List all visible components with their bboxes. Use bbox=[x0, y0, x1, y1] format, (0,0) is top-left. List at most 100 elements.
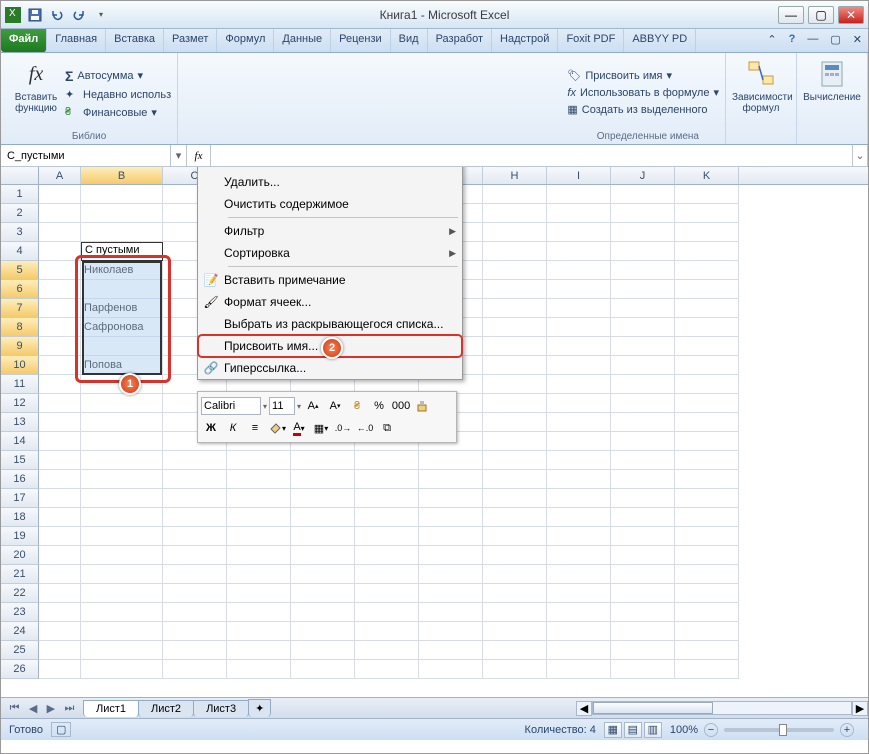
cell[interactable] bbox=[291, 508, 355, 527]
cell[interactable] bbox=[39, 375, 81, 394]
cell[interactable] bbox=[355, 546, 419, 565]
menu-format-cells[interactable]: 🖌Формат ячеек... bbox=[198, 291, 462, 313]
cell[interactable] bbox=[291, 489, 355, 508]
row-header[interactable]: 18 bbox=[1, 508, 39, 527]
cell[interactable] bbox=[355, 584, 419, 603]
cell[interactable] bbox=[81, 603, 163, 622]
cell[interactable] bbox=[291, 527, 355, 546]
cell[interactable] bbox=[675, 413, 739, 432]
cell[interactable] bbox=[419, 546, 483, 565]
cell[interactable] bbox=[675, 280, 739, 299]
cell[interactable] bbox=[39, 242, 81, 261]
cell[interactable] bbox=[483, 470, 547, 489]
cell[interactable] bbox=[291, 603, 355, 622]
cell[interactable] bbox=[611, 527, 675, 546]
cell[interactable] bbox=[675, 470, 739, 489]
cell[interactable] bbox=[39, 432, 81, 451]
cell[interactable] bbox=[483, 242, 547, 261]
financial-button[interactable]: ₴Финансовые ▾ bbox=[65, 105, 171, 121]
row-header[interactable]: 10 bbox=[1, 356, 39, 375]
sheet-last-icon[interactable]: ⏭ bbox=[64, 702, 74, 715]
cell[interactable] bbox=[483, 394, 547, 413]
ribbon-minimize-icon[interactable]: ⌃ bbox=[761, 29, 782, 52]
cell[interactable] bbox=[39, 565, 81, 584]
tab-layout[interactable]: Размет bbox=[164, 29, 217, 52]
row-header[interactable]: 3 bbox=[1, 223, 39, 242]
cell[interactable] bbox=[81, 337, 163, 356]
workbook-restore-icon[interactable]: ▢ bbox=[824, 29, 846, 52]
cell[interactable] bbox=[81, 622, 163, 641]
cell[interactable] bbox=[483, 603, 547, 622]
cell[interactable] bbox=[483, 356, 547, 375]
cell[interactable] bbox=[675, 299, 739, 318]
cell[interactable] bbox=[355, 565, 419, 584]
cell[interactable] bbox=[163, 508, 227, 527]
cell[interactable] bbox=[611, 413, 675, 432]
cell[interactable] bbox=[611, 356, 675, 375]
cell[interactable] bbox=[39, 204, 81, 223]
cell[interactable] bbox=[611, 622, 675, 641]
menu-pick-from-list[interactable]: Выбрать из раскрывающегося списка... bbox=[198, 313, 462, 335]
cell[interactable] bbox=[291, 641, 355, 660]
cell[interactable] bbox=[675, 204, 739, 223]
cell[interactable] bbox=[39, 527, 81, 546]
cell[interactable] bbox=[611, 318, 675, 337]
cell[interactable] bbox=[547, 318, 611, 337]
cell[interactable] bbox=[483, 451, 547, 470]
mini-font-input[interactable] bbox=[201, 397, 261, 415]
select-all-corner[interactable] bbox=[1, 167, 39, 184]
assign-name-button[interactable]: 🏷Присвоить имя ▾ bbox=[567, 68, 719, 83]
tab-developer[interactable]: Разработ bbox=[428, 29, 492, 52]
cell[interactable] bbox=[81, 489, 163, 508]
cell[interactable] bbox=[483, 337, 547, 356]
row-header[interactable]: 23 bbox=[1, 603, 39, 622]
cell[interactable] bbox=[419, 641, 483, 660]
cell[interactable] bbox=[611, 641, 675, 660]
menu-hyperlink[interactable]: 🔗Гиперссылка... bbox=[198, 357, 462, 379]
col-A[interactable]: A bbox=[39, 167, 81, 184]
row-header[interactable]: 25 bbox=[1, 641, 39, 660]
cell[interactable] bbox=[483, 261, 547, 280]
italic-icon[interactable]: К bbox=[223, 418, 243, 438]
cell[interactable] bbox=[547, 185, 611, 204]
format-painter-icon[interactable] bbox=[413, 396, 433, 416]
row-header[interactable]: 21 bbox=[1, 565, 39, 584]
row-header[interactable]: 20 bbox=[1, 546, 39, 565]
cell[interactable] bbox=[291, 660, 355, 679]
redo-icon[interactable] bbox=[69, 5, 89, 25]
cell[interactable] bbox=[81, 432, 163, 451]
mini-size-input[interactable] bbox=[269, 397, 295, 415]
cell[interactable] bbox=[675, 603, 739, 622]
sheet-tab-2[interactable]: Лист2 bbox=[138, 700, 194, 717]
grow-font-icon[interactable]: A▴ bbox=[303, 396, 323, 416]
cell[interactable] bbox=[419, 527, 483, 546]
cell[interactable] bbox=[675, 565, 739, 584]
zoom-slider[interactable] bbox=[724, 728, 834, 732]
menu-filter[interactable]: Фильтр▶ bbox=[198, 220, 462, 242]
view-layout-icon[interactable]: ▤ bbox=[624, 722, 642, 738]
name-box-dropdown-icon[interactable]: ▾ bbox=[171, 145, 187, 166]
row-header[interactable]: 26 bbox=[1, 660, 39, 679]
cell[interactable] bbox=[419, 565, 483, 584]
cell[interactable] bbox=[81, 394, 163, 413]
cell[interactable] bbox=[611, 375, 675, 394]
cell[interactable] bbox=[81, 451, 163, 470]
formula-bar[interactable] bbox=[211, 145, 852, 166]
percent-icon[interactable]: % bbox=[369, 396, 389, 416]
cell[interactable] bbox=[675, 584, 739, 603]
use-in-formula-button[interactable]: fxИспользовать в формуле ▾ bbox=[567, 85, 719, 100]
cell[interactable] bbox=[675, 432, 739, 451]
name-box-input[interactable] bbox=[7, 150, 164, 162]
cell[interactable] bbox=[547, 223, 611, 242]
tab-formulas[interactable]: Формул bbox=[217, 29, 274, 52]
borders-icon[interactable]: ▦▾ bbox=[311, 418, 331, 438]
cell[interactable]: Попова bbox=[81, 356, 163, 375]
tab-abbyy[interactable]: ABBYY PD bbox=[624, 29, 696, 52]
cell[interactable] bbox=[39, 356, 81, 375]
shrink-font-icon[interactable]: A▾ bbox=[325, 396, 345, 416]
cell[interactable] bbox=[483, 185, 547, 204]
sheet-prev-icon[interactable]: ◀ bbox=[29, 702, 37, 715]
cell[interactable] bbox=[227, 546, 291, 565]
cell[interactable] bbox=[419, 508, 483, 527]
cell[interactable] bbox=[675, 185, 739, 204]
